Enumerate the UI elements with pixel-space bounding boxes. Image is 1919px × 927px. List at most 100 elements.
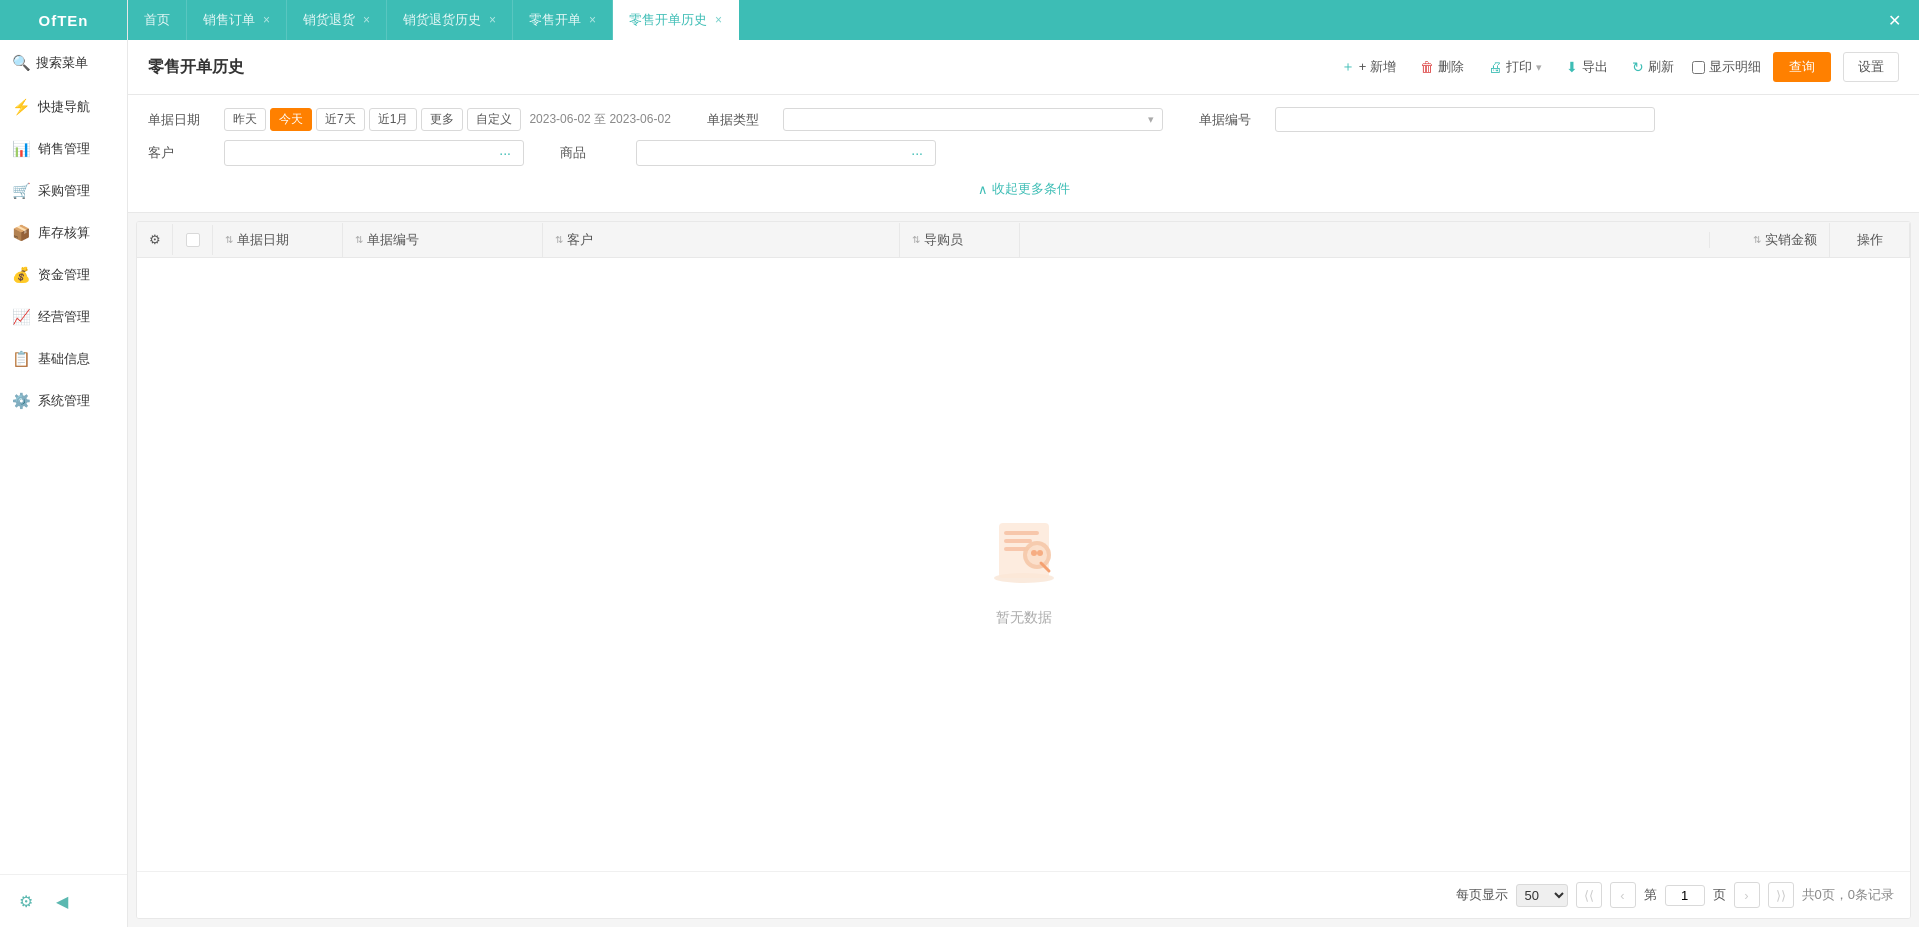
- svg-point-6: [1027, 545, 1047, 565]
- th-checkbox[interactable]: [173, 225, 213, 255]
- th-customer[interactable]: ⇅ 客户: [543, 223, 900, 257]
- order-number-label: 单据编号: [1199, 111, 1259, 129]
- settings-button[interactable]: 设置: [1843, 52, 1899, 82]
- query-button[interactable]: 查询: [1773, 52, 1831, 82]
- select-all-checkbox[interactable]: [186, 233, 200, 247]
- quick-nav-icon: ⚡: [12, 98, 30, 116]
- order-type-select[interactable]: ▾: [783, 108, 1163, 131]
- main-area: 首页 销售订单 × 销货退货 × 销货退货历史 × 零售开单 × 零售开单历史 …: [128, 0, 1919, 927]
- tab-close-sales-order[interactable]: ×: [263, 13, 270, 27]
- sort-icon: ⇅: [225, 234, 233, 245]
- page-title: 零售开单历史: [148, 57, 244, 78]
- page-label-pre: 第: [1644, 886, 1657, 904]
- date-filter-label: 单据日期: [148, 111, 208, 129]
- sidebar-item-finance[interactable]: 💰 资金管理: [0, 254, 127, 296]
- sidebar-item-quick-nav[interactable]: ⚡ 快捷导航: [0, 86, 127, 128]
- th-settings[interactable]: ⚙: [137, 224, 173, 255]
- date-yesterday-btn[interactable]: 昨天: [224, 108, 266, 131]
- finance-icon: 💰: [12, 266, 30, 284]
- sidebar-item-basic-info[interactable]: 📋 基础信息: [0, 338, 127, 380]
- sidebar-search[interactable]: 🔍 搜索菜单: [0, 40, 127, 86]
- collapse-icon: ∧: [978, 182, 988, 197]
- sidebar-item-business[interactable]: 📈 经营管理: [0, 296, 127, 338]
- sidebar-gear-btn[interactable]: ⚙: [12, 887, 40, 915]
- date-last7-btn[interactable]: 近7天: [316, 108, 365, 131]
- date-filter-btns: 昨天 今天 近7天 近1月 更多 自定义 2023-06-02 至 2023-0…: [224, 108, 671, 131]
- customer-select[interactable]: ···: [224, 140, 524, 166]
- tab-close-sales-return-history[interactable]: ×: [489, 13, 496, 27]
- sidebar-item-sales-mgmt[interactable]: 📊 销售管理: [0, 128, 127, 170]
- sidebar: OfTEn 🔍 搜索菜单 ⚡ 快捷导航 📊 销售管理 🛒 采购管理 📦 库存核算…: [0, 0, 128, 927]
- print-button[interactable]: 🖨 打印 ▾: [1482, 54, 1548, 80]
- sort-icon-amount: ⇅: [1753, 234, 1761, 245]
- th-date[interactable]: ⇅ 单据日期: [213, 223, 343, 257]
- page-label: 页: [1713, 886, 1726, 904]
- print-icon: 🖨: [1488, 59, 1502, 75]
- sort-icon-guide: ⇅: [912, 234, 920, 245]
- tab-sales-return-history[interactable]: 销货退货历史 ×: [387, 0, 513, 40]
- date-last-month-btn[interactable]: 近1月: [369, 108, 418, 131]
- next-page-btn[interactable]: ›: [1734, 882, 1760, 908]
- show-detail-checkbox[interactable]: 显示明细: [1692, 58, 1761, 76]
- date-today-btn[interactable]: 今天: [270, 108, 312, 131]
- svg-rect-2: [1004, 531, 1039, 535]
- export-icon: ⬇: [1566, 59, 1578, 75]
- filter-area: 单据日期 昨天 今天 近7天 近1月 更多 自定义 2023-06-02 至 2…: [128, 95, 1919, 213]
- sidebar-item-system-mgmt[interactable]: ⚙️ 系统管理: [0, 380, 127, 422]
- refresh-button[interactable]: ↻ 刷新: [1626, 54, 1680, 80]
- customer-dots[interactable]: ···: [495, 145, 515, 161]
- inventory-icon: 📦: [12, 224, 30, 242]
- basic-info-icon: 📋: [12, 350, 30, 368]
- page-input[interactable]: [1665, 885, 1705, 906]
- sort-icon-customer: ⇅: [555, 234, 563, 245]
- tab-home[interactable]: 首页: [128, 0, 187, 40]
- refresh-icon: ↻: [1632, 59, 1644, 75]
- filter-row-1: 单据日期 昨天 今天 近7天 近1月 更多 自定义 2023-06-02 至 2…: [148, 107, 1899, 132]
- tab-close-retail-open[interactable]: ×: [589, 13, 596, 27]
- sidebar-item-inventory[interactable]: 📦 库存核算: [0, 212, 127, 254]
- goods-select[interactable]: ···: [636, 140, 936, 166]
- last-page-btn[interactable]: ⟩⟩: [1768, 882, 1794, 908]
- tab-retail-open[interactable]: 零售开单 ×: [513, 0, 613, 40]
- content-area: 零售开单历史 ＋ + 新增 🗑 删除 🖨 打印 ▾ ⬇ 导出: [128, 40, 1919, 927]
- collapse-more-btn[interactable]: ∧ 收起更多条件: [148, 174, 1899, 200]
- header-actions: ＋ + 新增 🗑 删除 🖨 打印 ▾ ⬇ 导出 ↻: [1335, 52, 1899, 82]
- th-action: 操作: [1830, 223, 1910, 257]
- window-close-btn[interactable]: ✕: [1880, 7, 1909, 34]
- export-button[interactable]: ⬇ 导出: [1560, 54, 1614, 80]
- delete-button[interactable]: 🗑 删除: [1414, 54, 1470, 80]
- th-amount[interactable]: ⇅ 实销金额: [1710, 223, 1830, 257]
- th-number[interactable]: ⇅ 单据编号: [343, 223, 543, 257]
- table-header: ⚙ ⇅ 单据日期 ⇅ 单据编号 ⇅ 客户 ⇅: [137, 222, 1910, 258]
- per-page-select[interactable]: 50 20 100: [1516, 884, 1568, 907]
- tab-sales-return[interactable]: 销货退货 ×: [287, 0, 387, 40]
- tab-close-sales-return[interactable]: ×: [363, 13, 370, 27]
- first-page-btn[interactable]: ⟨⟨: [1576, 882, 1602, 908]
- th-guide[interactable]: ⇅ 导购员: [900, 223, 1020, 257]
- goods-dots[interactable]: ···: [907, 145, 927, 161]
- date-more-btn[interactable]: 更多: [421, 108, 463, 131]
- delete-icon: 🗑: [1420, 59, 1434, 75]
- add-button[interactable]: ＋ + 新增: [1335, 54, 1402, 80]
- sidebar-item-purchase-mgmt[interactable]: 🛒 采购管理: [0, 170, 127, 212]
- tab-close-retail-history[interactable]: ×: [715, 13, 722, 27]
- date-custom-btn[interactable]: 自定义: [467, 108, 521, 131]
- search-icon: 🔍: [12, 54, 30, 72]
- svg-rect-3: [1004, 539, 1032, 543]
- filter-row-2: 客户 ··· 商品 ···: [148, 140, 1899, 166]
- svg-point-8: [1031, 550, 1037, 556]
- show-detail-input[interactable]: [1692, 61, 1705, 74]
- table-area: ⚙ ⇅ 单据日期 ⇅ 单据编号 ⇅ 客户 ⇅: [136, 221, 1911, 919]
- sales-icon: 📊: [12, 140, 30, 158]
- prev-page-btn[interactable]: ‹: [1610, 882, 1636, 908]
- sidebar-collapse-btn[interactable]: ◀: [48, 887, 76, 915]
- table-settings-icon: ⚙: [149, 232, 161, 247]
- order-number-input[interactable]: [1275, 107, 1655, 132]
- sort-icon-number: ⇅: [355, 234, 363, 245]
- tab-sales-order[interactable]: 销售订单 ×: [187, 0, 287, 40]
- page-total: 共0页，0条记录: [1802, 886, 1894, 904]
- per-page-label: 每页显示: [1456, 886, 1508, 904]
- sidebar-bottom: ⚙ ◀: [0, 874, 127, 927]
- goods-filter-label: 商品: [560, 144, 620, 162]
- tab-retail-history[interactable]: 零售开单历史 ×: [613, 0, 739, 40]
